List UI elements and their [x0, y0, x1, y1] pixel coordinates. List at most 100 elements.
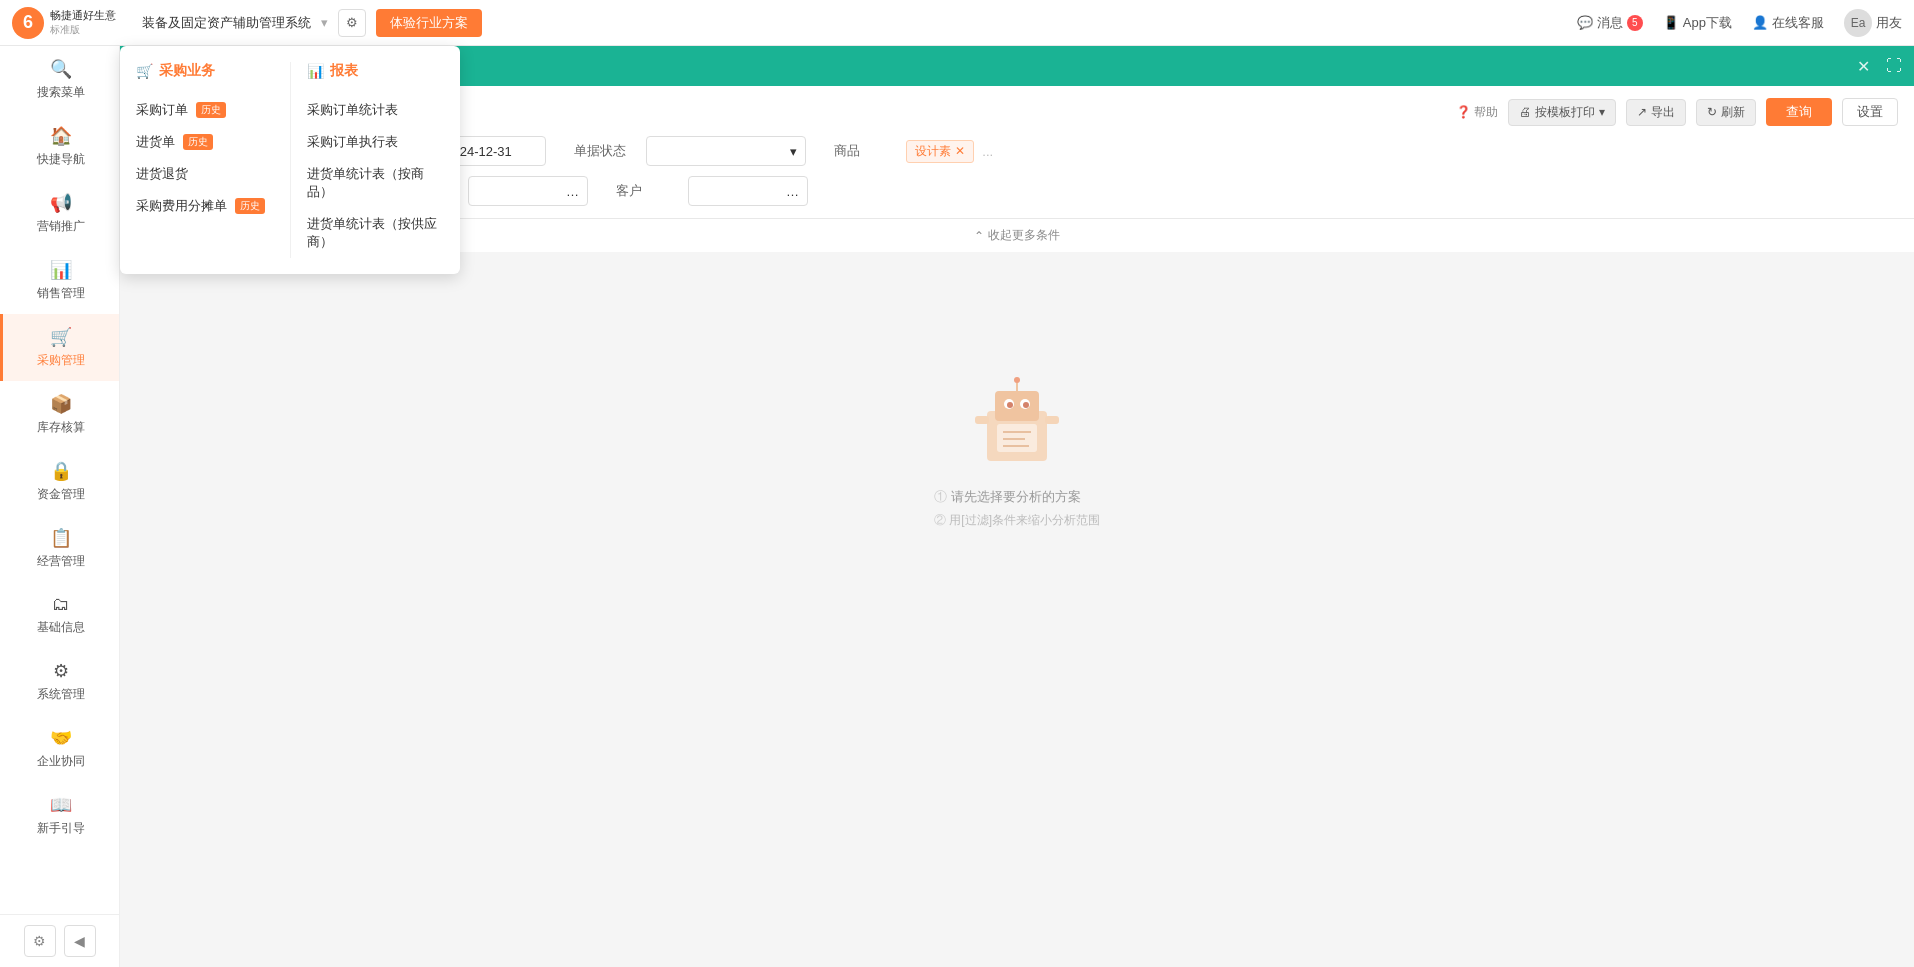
- sidebar-item-marketing[interactable]: 📢 营销推广: [0, 180, 119, 247]
- industry-button[interactable]: 体验行业方案: [376, 9, 482, 37]
- sidebar-item-guide[interactable]: 📖 新手引导: [0, 782, 119, 849]
- tab-bar-controls: ✕ ⛶: [1853, 53, 1906, 80]
- purchase-dropdown-menu: 🛒 采购业务 采购订单 历史 进货单 历史 进货退货 采购费用分摊单 历史: [120, 46, 460, 274]
- main-layout: 🔍 搜索菜单 🏠 快捷导航 📢 营销推广 📊 销售管理 🛒 采购管理 📦 库存核…: [0, 46, 1914, 967]
- dropdown-item-goods-return[interactable]: 进货退货: [136, 158, 274, 190]
- empty-hint-2: ② 用[过滤]条件来缩小分析范围: [934, 512, 1100, 529]
- sidebar-collapse-icon: ◀: [74, 933, 85, 949]
- sidebar-item-system[interactable]: ⚙ 系统管理: [0, 648, 119, 715]
- export-button[interactable]: ↗ 导出: [1626, 99, 1686, 126]
- system-title[interactable]: 装备及固定资产辅助管理系统 ▾: [142, 14, 328, 32]
- help-icon: ❓: [1456, 105, 1471, 119]
- sidebar-item-operation[interactable]: 📋 经营管理: [0, 515, 119, 582]
- report-col-icon: 📊: [307, 63, 324, 79]
- dropdown-item-purchase-fee[interactable]: 采购费用分摊单 历史: [136, 190, 274, 222]
- dropdown-item-purchase-order[interactable]: 采购订单 历史: [136, 94, 274, 126]
- status-select[interactable]: ▾: [646, 136, 806, 166]
- goods-label: 商品: [834, 142, 894, 160]
- sidebar-item-basic[interactable]: 🗂 基础信息: [0, 582, 119, 648]
- goods-tag[interactable]: 设计素 ✕: [906, 140, 974, 163]
- history-badge-2: 历史: [183, 134, 213, 150]
- goods-filter: 设计素 ✕ ...: [906, 140, 997, 163]
- inventory-icon: 📦: [50, 393, 72, 415]
- dropdown-item-goods-stat-by-goods[interactable]: 进货单统计表（按商品）: [307, 158, 445, 208]
- empty-state: ① 请先选择要分析的方案 ② 用[过滤]条件来缩小分析范围: [120, 252, 1914, 652]
- avatar: Ea: [1844, 9, 1872, 37]
- salesperson-select[interactable]: …: [468, 176, 588, 206]
- history-badge-4: 历史: [235, 198, 265, 214]
- help-button[interactable]: ❓ 帮助: [1456, 104, 1498, 121]
- query-button[interactable]: 查询: [1766, 98, 1832, 126]
- collapse-up-icon: ⌃: [974, 229, 984, 243]
- sidebar-gear-icon: ⚙: [33, 933, 46, 949]
- sidebar-collapse-button[interactable]: ◀: [64, 925, 96, 957]
- dropdown-item-goods-receipt[interactable]: 进货单 历史: [136, 126, 274, 158]
- customer-select[interactable]: …: [688, 176, 808, 206]
- finance-icon: 🔒: [50, 460, 72, 482]
- marketing-icon: 📢: [50, 192, 72, 214]
- message-icon: 💬: [1577, 15, 1593, 30]
- purchase-col-title: 🛒 采购业务: [136, 62, 274, 80]
- dropdown-item-goods-stat-by-supplier[interactable]: 进货单统计表（按供应商）: [307, 208, 445, 258]
- sales-icon: 📊: [50, 259, 72, 281]
- logo: 6 畅捷通好生意 标准版: [12, 7, 132, 39]
- sidebar-item-inventory[interactable]: 📦 库存核算: [0, 381, 119, 448]
- logo-text: 畅捷通好生意: [50, 8, 116, 22]
- print-icon: 🖨: [1519, 105, 1531, 119]
- guide-icon: 📖: [50, 794, 72, 816]
- sidebar-bottom: ⚙ ◀: [0, 914, 119, 967]
- tab-close-all-icon[interactable]: ✕: [1853, 53, 1874, 80]
- service-button[interactable]: 👤 在线客服: [1752, 14, 1824, 32]
- sidebar-item-quick[interactable]: 🏠 快捷导航: [0, 113, 119, 180]
- svg-point-5: [1023, 402, 1029, 408]
- sidebar-item-sales[interactable]: 📊 销售管理: [0, 247, 119, 314]
- refresh-button[interactable]: ↻ 刷新: [1696, 99, 1756, 126]
- message-button[interactable]: 💬 消息 5: [1577, 14, 1643, 32]
- sidebar-item-purchase[interactable]: 🛒 采购管理: [0, 314, 119, 381]
- sidebar-item-enterprise[interactable]: 🤝 企业协同: [0, 715, 119, 782]
- salesperson-dots-icon: …: [566, 184, 579, 199]
- operation-icon: 📋: [50, 527, 72, 549]
- customer-dots-icon: …: [786, 184, 799, 199]
- service-icon: 👤: [1752, 15, 1768, 30]
- app-download-button[interactable]: 📱 App下载: [1663, 14, 1732, 32]
- user-avatar[interactable]: Ea 用友: [1844, 9, 1902, 37]
- settings-icon[interactable]: ⚙: [338, 9, 366, 37]
- collapse-button[interactable]: ⌃ 收起更多条件: [974, 227, 1060, 244]
- basic-icon: 🗂: [52, 594, 70, 615]
- refresh-icon: ↻: [1707, 105, 1717, 119]
- purchase-col: 🛒 采购业务 采购订单 历史 进货单 历史 进货退货 采购费用分摊单 历史: [136, 62, 274, 258]
- logo-sub: 标准版: [50, 23, 116, 37]
- history-badge-1: 历史: [196, 102, 226, 118]
- empty-illustration: [957, 376, 1077, 476]
- sidebar-settings-button[interactable]: ⚙: [24, 925, 56, 957]
- customer-label: 客户: [616, 182, 676, 200]
- logo-icon: 6: [12, 7, 44, 39]
- home-icon: 🏠: [50, 125, 72, 147]
- svg-rect-8: [975, 416, 989, 424]
- purchase-icon: 🛒: [50, 326, 72, 348]
- goods-tag-close-icon[interactable]: ✕: [955, 144, 965, 158]
- sidebar: 🔍 搜索菜单 🏠 快捷导航 📢 营销推广 📊 销售管理 🛒 采购管理 📦 库存核…: [0, 46, 120, 967]
- sidebar-item-finance[interactable]: 🔒 资金管理: [0, 448, 119, 515]
- filter-settings-button[interactable]: 设置: [1842, 98, 1898, 126]
- goods-more-button[interactable]: ...: [978, 144, 997, 159]
- system-icon: ⚙: [53, 660, 69, 682]
- tab-expand-icon[interactable]: ⛶: [1882, 53, 1906, 79]
- empty-hints: ① 请先选择要分析的方案 ② 用[过滤]条件来缩小分析范围: [934, 488, 1100, 529]
- message-badge: 5: [1627, 15, 1643, 31]
- search-icon: 🔍: [50, 58, 72, 80]
- toolbar-right: ❓ 帮助 🖨 按模板打印 ▾ ↗ 导出 ↻: [1456, 98, 1898, 126]
- dropdown-divider: [290, 62, 291, 258]
- enterprise-icon: 🤝: [50, 727, 72, 749]
- print-button[interactable]: 🖨 按模板打印 ▾: [1508, 99, 1616, 126]
- svg-point-7: [1014, 377, 1020, 383]
- sidebar-item-search[interactable]: 🔍 搜索菜单: [0, 46, 119, 113]
- report-col-title: 📊 报表: [307, 62, 445, 80]
- report-col: 📊 报表 采购订单统计表 采购订单执行表 进货单统计表（按商品） 进货单统计表（…: [307, 62, 445, 258]
- dropdown-arrow-icon: ▾: [321, 15, 328, 30]
- status-arrow-icon: ▾: [790, 144, 797, 159]
- empty-hint-1: ① 请先选择要分析的方案: [934, 488, 1100, 506]
- dropdown-item-purchase-order-stat[interactable]: 采购订单统计表: [307, 94, 445, 126]
- dropdown-item-purchase-order-exec[interactable]: 采购订单执行表: [307, 126, 445, 158]
